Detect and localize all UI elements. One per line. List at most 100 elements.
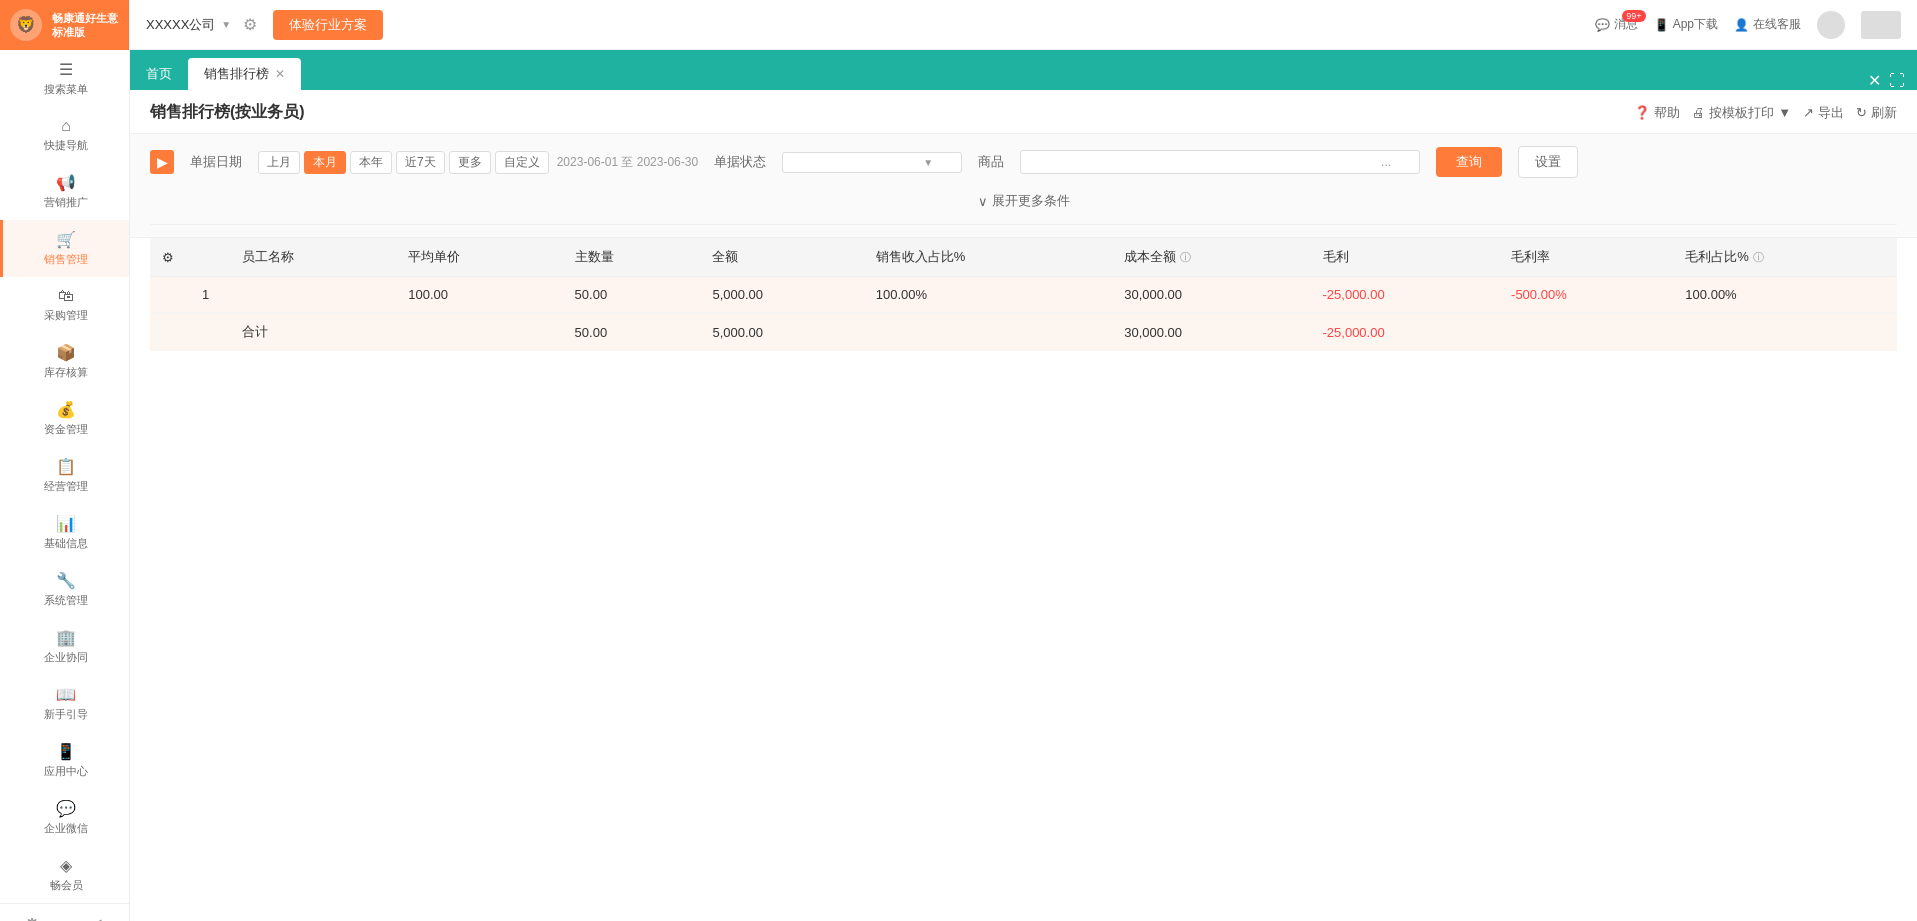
company-name: XXXXX公司	[146, 16, 215, 34]
cost-info-icon: ⓘ	[1180, 251, 1191, 263]
sidebar-item-finance[interactable]: 💰 资金管理	[0, 390, 129, 447]
help-button[interactable]: ❓ 帮助	[1634, 104, 1680, 122]
table-area: ⚙ 员工名称 平均单价 主数量 全额 销售收入占比% 成本全额 ⓘ 毛利 毛利率…	[130, 238, 1917, 921]
col-total: 全额	[700, 238, 863, 277]
col-main-qty: 主数量	[563, 238, 701, 277]
table-settings-button[interactable]: 设置	[1518, 146, 1578, 178]
footer-gross-pct	[1673, 313, 1897, 352]
online-service-button[interactable]: 👤 在线客服	[1734, 16, 1801, 33]
export-button[interactable]: ↗ 导出	[1803, 104, 1844, 122]
notification-button[interactable]: 💬 消息 99+	[1595, 16, 1638, 33]
sidebar-item-quick-nav[interactable]: ⌂ 快捷导航	[0, 107, 129, 163]
sidebar-item-marketing[interactable]: 📢 营销推广	[0, 163, 129, 220]
close-all-tabs-button[interactable]: ✕	[1868, 71, 1881, 90]
topbar: XXXXX公司 ▼ ⚙ 体验行业方案 💬 消息 99+ 📱 App下载 👤 在线…	[130, 0, 1917, 50]
sidebar-item-member[interactable]: ◈ 畅会员	[0, 846, 129, 903]
topbar-right: 💬 消息 99+ 📱 App下载 👤 在线客服	[1595, 11, 1901, 39]
main-content: XXXXX公司 ▼ ⚙ 体验行业方案 💬 消息 99+ 📱 App下载 👤 在线…	[130, 0, 1917, 921]
tabs-actions: ✕ ⛶	[1856, 71, 1917, 90]
restore-tabs-button[interactable]: ⛶	[1889, 72, 1905, 90]
page-header: 销售排行榜(按业务员) ❓ 帮助 🖨 按模板打印 ▼ ↗ 导出 ↻ 刷新	[130, 90, 1917, 134]
date-more-button[interactable]: 更多	[449, 151, 491, 174]
sidebar-item-operations[interactable]: 📋 经营管理	[0, 447, 129, 504]
date-prev-month-button[interactable]: 上月	[258, 151, 300, 174]
cell-rank: 1	[190, 277, 230, 313]
try-industry-button[interactable]: 体验行业方案	[273, 10, 383, 40]
sidebar-item-sales[interactable]: 🛒 销售管理	[0, 220, 129, 277]
operations-icon: 📋	[56, 457, 76, 476]
date-current-year-button[interactable]: 本年	[350, 151, 392, 174]
service-icon: 👤	[1734, 18, 1749, 32]
search-menu-icon: ☰	[59, 60, 73, 79]
status-select[interactable]: ▼	[782, 152, 962, 173]
tab-close-icon[interactable]: ✕	[275, 67, 285, 81]
cell-sales-pct: 100.00%	[864, 277, 1113, 313]
tab-home[interactable]: 首页	[130, 58, 188, 90]
query-button[interactable]: 查询	[1436, 147, 1502, 177]
sidebar-item-inventory[interactable]: 📦 库存核算	[0, 333, 129, 390]
chevron-down-icon: ∨	[978, 194, 988, 209]
goods-label: 商品	[978, 153, 1004, 171]
svg-text:🦁: 🦁	[16, 15, 36, 34]
table-header-row: ⚙ 员工名称 平均单价 主数量 全额 销售收入占比% 成本全额 ⓘ 毛利 毛利率…	[150, 238, 1897, 277]
sidebar: 🦁 畅康通好生意 标准版 ☰ 搜索菜单 ⌂ 快捷导航 📢 营销推广 🛒 销售管理…	[0, 0, 130, 921]
sidebar-item-guide[interactable]: 📖 新手引导	[0, 675, 129, 732]
notification-badge: 99+	[1622, 10, 1645, 22]
sidebar-item-wechat[interactable]: 💬 企业微信	[0, 789, 129, 846]
sidebar-item-apps[interactable]: 📱 应用中心	[0, 732, 129, 789]
sidebar-item-purchase[interactable]: 🛍 采购管理	[0, 277, 129, 333]
col-cost-total: 成本全额 ⓘ	[1112, 238, 1310, 277]
system-icon: 🔧	[56, 571, 76, 590]
template-print-button[interactable]: 🖨 按模板打印 ▼	[1692, 104, 1791, 122]
print-icon: 🖨	[1692, 105, 1705, 120]
company-selector[interactable]: XXXXX公司 ▼	[146, 16, 231, 34]
collapse-icon[interactable]: ◄	[87, 914, 105, 921]
basic-icon: 📊	[56, 514, 76, 533]
footer-gross: -25,000.00	[1311, 313, 1500, 352]
cell-gear	[150, 277, 190, 313]
date-7days-button[interactable]: 近7天	[396, 151, 445, 174]
col-avg-price: 平均单价	[396, 238, 562, 277]
sales-icon: 🛒	[56, 230, 76, 249]
footer-sales-pct	[864, 313, 1113, 352]
sidebar-item-basic[interactable]: 📊 基础信息	[0, 504, 129, 561]
footer-cost-total: 30,000.00	[1112, 313, 1310, 352]
date-range-display: 2023-06-01 至 2023-06-30	[557, 154, 698, 171]
sales-ranking-table: ⚙ 员工名称 平均单价 主数量 全额 销售收入占比% 成本全额 ⓘ 毛利 毛利率…	[150, 238, 1897, 351]
date-custom-button[interactable]: 自定义	[495, 151, 549, 174]
footer-gross-rate	[1499, 313, 1673, 352]
expand-arrow-button[interactable]: ▶	[150, 150, 174, 174]
goods-select[interactable]: ...	[1020, 150, 1420, 174]
date-current-month-button[interactable]: 本月	[304, 151, 346, 174]
refresh-button[interactable]: ↻ 刷新	[1856, 104, 1897, 122]
refresh-icon: ↻	[1856, 105, 1867, 120]
page-title: 销售排行榜(按业务员)	[150, 102, 305, 123]
col-sales-pct: 销售收入占比%	[864, 238, 1113, 277]
col-gross-pct: 毛利占比% ⓘ	[1673, 238, 1897, 277]
cell-gross-pct: 100.00%	[1673, 277, 1897, 313]
expand-conditions-row: ∨ 展开更多条件	[150, 178, 1897, 225]
col-employee: 员工名称	[230, 238, 396, 277]
settings-bottom-icon[interactable]: ⚙	[24, 914, 40, 921]
cell-total: 5,000.00	[700, 277, 863, 313]
goods-more-link[interactable]: ...	[1381, 155, 1391, 169]
sidebar-item-enterprise[interactable]: 🏢 企业协同	[0, 618, 129, 675]
page-content: 销售排行榜(按业务员) ❓ 帮助 🖨 按模板打印 ▼ ↗ 导出 ↻ 刷新	[130, 90, 1917, 921]
cell-main-qty: 50.00	[563, 277, 701, 313]
guide-icon: 📖	[56, 685, 76, 704]
filter-area: ▶ 单据日期 上月 本月 本年 近7天 更多 自定义 2023-06-01 至 …	[130, 134, 1917, 238]
message-icon: 💬	[1595, 18, 1610, 32]
sidebar-item-system[interactable]: 🔧 系统管理	[0, 561, 129, 618]
topbar-settings-icon[interactable]: ⚙	[243, 15, 257, 34]
app-download-button[interactable]: 📱 App下载	[1654, 16, 1718, 33]
sidebar-item-search[interactable]: ☰ 搜索菜单	[0, 50, 129, 107]
user-avatar[interactable]	[1817, 11, 1845, 39]
user-name-placeholder	[1861, 11, 1901, 39]
tab-sales-ranking[interactable]: 销售排行榜 ✕	[188, 58, 301, 90]
date-filter-group: 上月 本月 本年 近7天 更多 自定义 2023-06-01 至 2023-06…	[258, 151, 698, 174]
table-footer-row: 合计 50.00 5,000.00 30,000.00 -25,000.00	[150, 313, 1897, 352]
column-settings-icon[interactable]: ⚙	[162, 250, 174, 265]
footer-avg-price	[396, 313, 562, 352]
home-icon: ⌂	[61, 117, 71, 135]
expand-more-button[interactable]: ∨ 展开更多条件	[158, 186, 1889, 216]
